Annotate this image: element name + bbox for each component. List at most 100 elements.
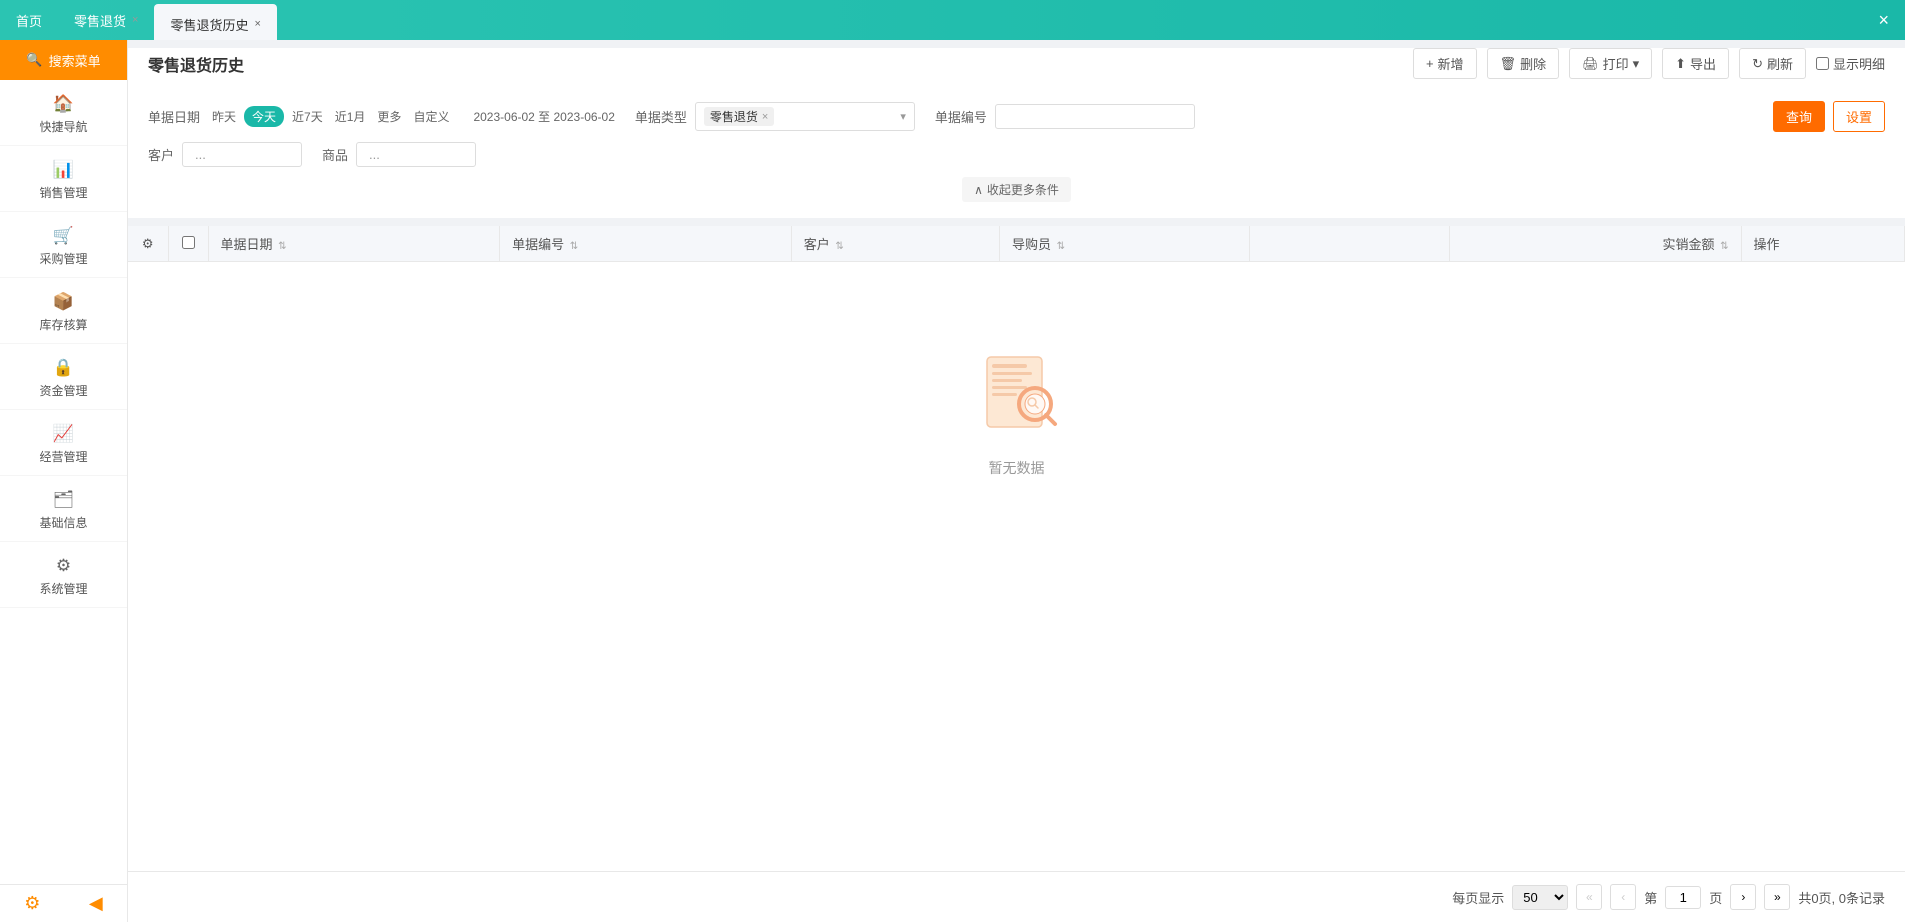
empty-illustration <box>967 342 1067 442</box>
col-date[interactable]: 单据日期 ⇅ <box>208 226 500 262</box>
filter-customer-label: 客户 <box>148 145 174 164</box>
date-opt-custom[interactable]: 自定义 <box>409 107 453 126</box>
page-header-top: 零售退货历史 + 新增 🗑 删除 🖨 打印 ▾ <box>148 48 1885 79</box>
search-icon: 🔍 <box>26 52 42 68</box>
col-number[interactable]: 单据编号 ⇅ <box>500 226 792 262</box>
print-button[interactable]: 🖨 打印 ▾ <box>1569 48 1652 79</box>
sidebar-item-operations[interactable]: 📈 经营管理 <box>0 410 127 476</box>
sort-number-icon: ⇅ <box>570 241 578 252</box>
date-opt-7days[interactable]: 近7天 <box>288 107 327 126</box>
tab-retail-return-history[interactable]: 零售退货历史 × <box>154 4 276 44</box>
sort-date-icon: ⇅ <box>278 241 286 252</box>
filter-customer-select[interactable]: ... <box>182 142 302 167</box>
filter-date-range: 2023-06-02 至 2023-06-02 <box>473 108 614 125</box>
sidebar-item-quick-nav[interactable]: 🏠 快捷导航 <box>0 80 127 146</box>
filter-type-tag-close[interactable]: × <box>762 111 768 123</box>
col-amount[interactable]: 实销金额 ⇅ <box>1449 226 1741 262</box>
col-action: 操作 <box>1741 226 1904 262</box>
inventory-icon: 📦 <box>54 292 74 312</box>
sidebar-settings-button[interactable]: ⚙ <box>24 893 40 914</box>
page-next-button[interactable]: › <box>1730 884 1756 910</box>
filter-type-tag: 零售退货 × <box>704 107 774 126</box>
page-input[interactable] <box>1665 886 1701 909</box>
export-button[interactable]: ⬆ 导出 <box>1662 48 1729 79</box>
sidebar-item-operations-label: 经营管理 <box>39 448 87 465</box>
sort-amount-icon: ⇅ <box>1720 241 1728 252</box>
date-opt-yesterday[interactable]: 昨天 <box>208 107 240 126</box>
show-detail-label: 显示明细 <box>1833 54 1885 73</box>
col-guide-label: 导购员 <box>1012 237 1051 252</box>
page-header-wrapper: 零售退货历史 + 新增 🗑 删除 🖨 打印 ▾ <box>128 48 1905 218</box>
show-detail-checkbox-label[interactable]: 显示明细 <box>1816 54 1885 73</box>
per-page-select[interactable]: 50 10 20 100 <box>1512 885 1568 910</box>
filter-date-options: 昨天 今天 近7天 近1月 更多 自定义 <box>208 106 453 127</box>
settings-button[interactable]: 设置 <box>1833 101 1885 132</box>
query-button[interactable]: 查询 <box>1773 101 1825 132</box>
sidebar-search-button[interactable]: 🔍 搜索菜单 <box>0 40 127 80</box>
filter-row-2: 客户 ... 商品 ... <box>148 142 1885 167</box>
purchase-icon: 🛒 <box>54 226 74 246</box>
sidebar-item-inventory-label: 库存核算 <box>39 316 87 333</box>
page-label: 第 <box>1644 888 1657 907</box>
date-opt-more[interactable]: 更多 <box>373 107 405 126</box>
window-close-button[interactable]: × <box>1862 10 1905 31</box>
page-suffix: 页 <box>1709 888 1722 907</box>
sidebar-item-sales[interactable]: 📊 销售管理 <box>0 146 127 212</box>
sidebar-item-inventory[interactable]: 📦 库存核算 <box>0 278 127 344</box>
sort-guide-icon: ⇅ <box>1057 241 1065 252</box>
date-opt-1month[interactable]: 近1月 <box>331 107 370 126</box>
refresh-button[interactable]: ↻ 刷新 <box>1739 48 1806 79</box>
filter-voucher-item: 单据编号 <box>935 104 1195 129</box>
select-all-checkbox[interactable] <box>182 236 195 249</box>
col-amount-label: 实销金额 <box>1663 237 1715 252</box>
filter-goods-item: 商品 ... <box>322 142 476 167</box>
new-icon: + <box>1426 56 1434 71</box>
col-settings[interactable]: ⚙ <box>128 226 168 262</box>
query-label: 查询 <box>1786 107 1812 126</box>
print-icon: 🖨 <box>1582 56 1599 72</box>
print-label: 打印 <box>1603 54 1629 73</box>
chevron-down-icon: ▾ <box>900 110 906 123</box>
filter-row-1: 单据日期 昨天 今天 近7天 近1月 更多 自定义 2023-06-02 至 2… <box>148 101 1885 132</box>
delete-button[interactable]: 🗑 删除 <box>1487 48 1560 79</box>
sidebar-collapse-button[interactable]: ◀ <box>89 893 103 914</box>
sidebar-item-basic-info-label: 基础信息 <box>39 514 87 531</box>
show-detail-checkbox[interactable] <box>1816 57 1829 70</box>
filter-voucher-input[interactable] <box>995 104 1195 129</box>
col-customer[interactable]: 客户 ⇅ <box>791 226 999 262</box>
main-content: 零售退货历史 + 新增 🗑 删除 🖨 打印 ▾ <box>128 40 1905 922</box>
filter-type-tag-text: 零售退货 <box>710 108 758 125</box>
page-prev-button[interactable]: ‹ <box>1610 884 1636 910</box>
topbar: 首页 零售退货 × 零售退货历史 × × <box>0 0 1905 40</box>
empty-text: 暂无数据 <box>989 458 1045 478</box>
filter-goods-select[interactable]: ... <box>356 142 476 167</box>
filter-area: 单据日期 昨天 今天 近7天 近1月 更多 自定义 2023-06-02 至 2… <box>148 91 1885 218</box>
filter-type-select[interactable]: 零售退货 × ▾ <box>695 102 915 131</box>
filter-voucher-label: 单据编号 <box>935 107 987 126</box>
new-button[interactable]: + 新增 <box>1413 48 1477 79</box>
tab-home[interactable]: 首页 <box>0 0 58 40</box>
page-last-button[interactable]: » <box>1764 884 1790 910</box>
sidebar-item-purchase[interactable]: 🛒 采购管理 <box>0 212 127 278</box>
col-guide[interactable]: 导购员 ⇅ <box>1000 226 1250 262</box>
pagination: 每页显示 50 10 20 100 « ‹ 第 页 › » 共0页, 0条记录 <box>128 871 1905 922</box>
sidebar-item-system[interactable]: ⚙ 系统管理 <box>0 542 127 608</box>
layout: 🔍 搜索菜单 🏠 快捷导航 📊 销售管理 🛒 采购管理 📦 库存核算 🔒 <box>0 40 1905 922</box>
tab-retail-return[interactable]: 零售退货 × <box>58 0 154 40</box>
sidebar-search-label: 搜索菜单 <box>49 51 101 70</box>
tab-retail-return-close[interactable]: × <box>132 14 138 26</box>
tab-retail-return-history-label: 零售退货历史 <box>170 15 248 34</box>
sidebar-item-basic-info[interactable]: 🗂 基础信息 <box>0 476 127 542</box>
sidebar-item-finance[interactable]: 🔒 资金管理 <box>0 344 127 410</box>
col-checkbox <box>168 226 208 262</box>
tab-retail-return-label: 零售退货 <box>74 11 126 30</box>
date-opt-today[interactable]: 今天 <box>244 106 284 127</box>
finance-icon: 🔒 <box>54 358 74 378</box>
delete-icon: 🗑 <box>1500 56 1517 72</box>
refresh-icon: ↻ <box>1752 56 1763 72</box>
filter-goods-label: 商品 <box>322 145 348 164</box>
page-title: 零售退货历史 <box>148 52 244 76</box>
tab-retail-return-history-close[interactable]: × <box>254 18 260 30</box>
page-first-button[interactable]: « <box>1576 884 1602 910</box>
collapse-button[interactable]: ∧ 收起更多条件 <box>962 177 1071 202</box>
